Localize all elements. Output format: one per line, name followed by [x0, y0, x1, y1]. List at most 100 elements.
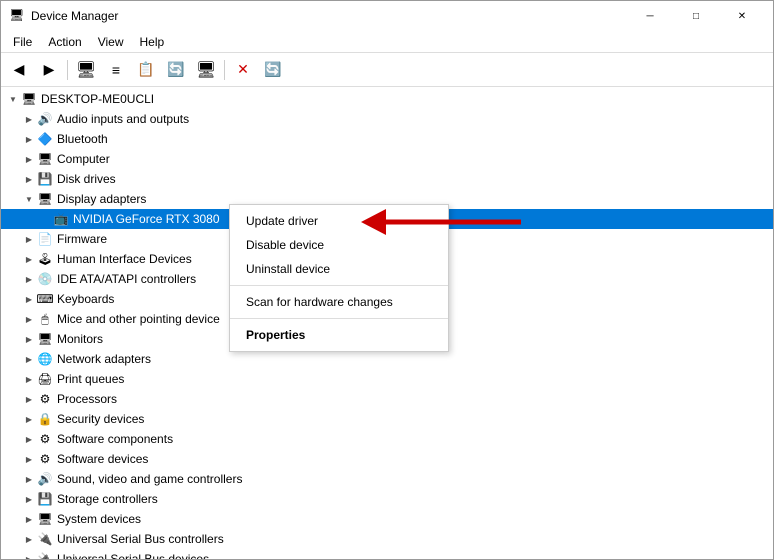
expand-keyboards[interactable]: ▶	[21, 291, 37, 307]
firmware-icon: 📄	[37, 231, 53, 247]
expand-usb-devices[interactable]: ▶	[21, 551, 37, 559]
security-label: Security devices	[57, 412, 144, 426]
keyboard-icon: ⌨	[37, 291, 53, 307]
expand-monitors[interactable]: ▶	[21, 331, 37, 347]
tree-usb[interactable]: ▶ 🔌 Universal Serial Bus controllers	[1, 529, 773, 549]
expand-audio[interactable]: ▶	[21, 111, 37, 127]
menu-help[interactable]: Help	[132, 33, 173, 51]
toolbar-back[interactable]: ◀	[5, 56, 33, 84]
tree-sound[interactable]: ▶ 🔊 Sound, video and game controllers	[1, 469, 773, 489]
tree-computer[interactable]: ▶ 🖥 Computer	[1, 149, 773, 169]
tree-sw-devices[interactable]: ▶ ⚙ Software devices	[1, 449, 773, 469]
expand-network[interactable]: ▶	[21, 351, 37, 367]
sw-components-icon: ⚙	[37, 431, 53, 447]
network-label: Network adapters	[57, 352, 151, 366]
disk-label: Disk drives	[57, 172, 116, 186]
keyboards-label: Keyboards	[57, 292, 114, 306]
menu-file[interactable]: File	[5, 33, 40, 51]
toolbar-scan[interactable]: 🖥	[192, 56, 220, 84]
menu-view[interactable]: View	[90, 33, 132, 51]
expand-system[interactable]: ▶	[21, 511, 37, 527]
monitors-label: Monitors	[57, 332, 103, 346]
nvidia-label: NVIDIA GeForce RTX 3080	[73, 212, 220, 226]
usb-label: Universal Serial Bus controllers	[57, 532, 224, 546]
tree-sw-components[interactable]: ▶ ⚙ Software components	[1, 429, 773, 449]
audio-label: Audio inputs and outputs	[57, 112, 189, 126]
expand-computer[interactable]: ▶	[21, 151, 37, 167]
computer-icon: 🖥	[21, 91, 37, 107]
tree-system[interactable]: ▶ 🖥 System devices	[1, 509, 773, 529]
tree-audio[interactable]: ▶ 🔊 Audio inputs and outputs	[1, 109, 773, 129]
tree-security[interactable]: ▶ 🔒 Security devices	[1, 409, 773, 429]
nvidia-icon: 📺	[53, 211, 69, 227]
expand-root[interactable]: ▼	[5, 91, 21, 107]
tree-bluetooth[interactable]: ▶ 🔷 Bluetooth	[1, 129, 773, 149]
tree-network[interactable]: ▶ 🌐 Network adapters	[1, 349, 773, 369]
tree-storage[interactable]: ▶ 💾 Storage controllers	[1, 489, 773, 509]
expand-disk[interactable]: ▶	[21, 171, 37, 187]
ctx-properties[interactable]: Properties	[230, 323, 448, 347]
tree-processors[interactable]: ▶ ⚙ Processors	[1, 389, 773, 409]
usb-devices-label: Universal Serial Bus devices	[57, 552, 209, 559]
toolbar-computer[interactable]: 🖥	[72, 56, 100, 84]
usb-icon: 🔌	[37, 531, 53, 547]
toolbar-properties[interactable]: 📋	[132, 56, 160, 84]
toolbar-sep-2	[224, 60, 225, 80]
expand-ide[interactable]: ▶	[21, 271, 37, 287]
window-controls: ─ □ ✕	[627, 1, 765, 31]
ctx-disable-device[interactable]: Disable device	[230, 233, 448, 257]
expand-processors[interactable]: ▶	[21, 391, 37, 407]
computer-node-icon: 🖥	[37, 151, 53, 167]
ctx-sep-1	[230, 285, 448, 286]
toolbar-refresh[interactable]: 🔄	[259, 56, 287, 84]
monitors-icon: 🖥	[37, 331, 53, 347]
expand-print[interactable]: ▶	[21, 371, 37, 387]
toolbar-forward[interactable]: ▶	[35, 56, 63, 84]
toolbar-update[interactable]: 🔄	[162, 56, 190, 84]
system-icon: 🖥	[37, 511, 53, 527]
ctx-sep-2	[230, 318, 448, 319]
toolbar-remove[interactable]: ✕	[229, 56, 257, 84]
expand-sound[interactable]: ▶	[21, 471, 37, 487]
expand-hid[interactable]: ▶	[21, 251, 37, 267]
usb-devices-icon: 🔌	[37, 551, 53, 559]
bluetooth-icon: 🔷	[37, 131, 53, 147]
display-label: Display adapters	[57, 192, 146, 206]
title-bar: 🖥 Device Manager ─ □ ✕	[1, 1, 773, 31]
maximize-button[interactable]: □	[673, 1, 719, 31]
expand-firmware[interactable]: ▶	[21, 231, 37, 247]
tree-usb-devices[interactable]: ▶ 🔌 Universal Serial Bus devices	[1, 549, 773, 559]
print-label: Print queues	[57, 372, 124, 386]
device-manager-window: 🖥 Device Manager ─ □ ✕ File Action View …	[0, 0, 774, 560]
sw-devices-icon: ⚙	[37, 451, 53, 467]
display-icon: 🖥	[37, 191, 53, 207]
expand-storage[interactable]: ▶	[21, 491, 37, 507]
expand-sw-devices[interactable]: ▶	[21, 451, 37, 467]
computer-label: DESKTOP-ME0UCLI	[41, 92, 154, 106]
ide-icon: 💿	[37, 271, 53, 287]
menu-action[interactable]: Action	[40, 33, 89, 51]
minimize-button[interactable]: ─	[627, 1, 673, 31]
hid-icon: 🕹	[37, 251, 53, 267]
close-button[interactable]: ✕	[719, 1, 765, 31]
ctx-update-driver[interactable]: Update driver	[230, 209, 448, 233]
ctx-uninstall-device[interactable]: Uninstall device	[230, 257, 448, 281]
processor-icon: ⚙	[37, 391, 53, 407]
expand-sw-components[interactable]: ▶	[21, 431, 37, 447]
tree-print[interactable]: ▶ 🖨 Print queues	[1, 369, 773, 389]
storage-label: Storage controllers	[57, 492, 158, 506]
expand-mice[interactable]: ▶	[21, 311, 37, 327]
hid-label: Human Interface Devices	[57, 252, 192, 266]
expand-security[interactable]: ▶	[21, 411, 37, 427]
security-icon: 🔒	[37, 411, 53, 427]
tree-root[interactable]: ▼ 🖥 DESKTOP-ME0UCLI	[1, 89, 773, 109]
sw-components-label: Software components	[57, 432, 173, 446]
processors-label: Processors	[57, 392, 117, 406]
firmware-label: Firmware	[57, 232, 107, 246]
expand-bluetooth[interactable]: ▶	[21, 131, 37, 147]
ctx-scan-hardware[interactable]: Scan for hardware changes	[230, 290, 448, 314]
toolbar-list[interactable]: ≡	[102, 56, 130, 84]
tree-disk[interactable]: ▶ 💾 Disk drives	[1, 169, 773, 189]
expand-display[interactable]: ▼	[21, 191, 37, 207]
expand-usb[interactable]: ▶	[21, 531, 37, 547]
